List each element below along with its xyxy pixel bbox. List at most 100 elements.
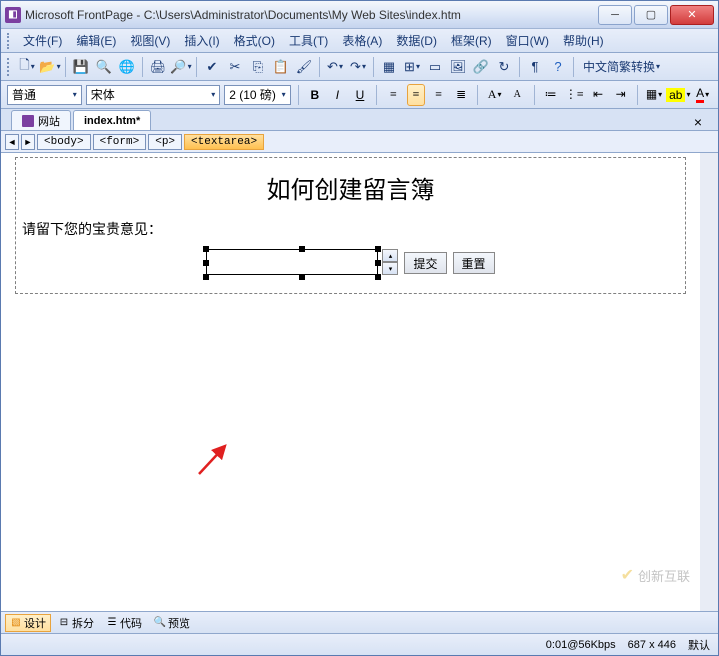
paste-button[interactable]: 📋 <box>270 56 292 78</box>
design-editor[interactable]: 如何创建留言簿 请留下您的宝贵意见： ▴▾ <box>1 153 718 611</box>
undo-button[interactable]: ↶ <box>324 56 346 78</box>
save-button[interactable]: 💾 <box>70 56 92 78</box>
menu-view[interactable]: 视图(V) <box>124 30 176 51</box>
window-title: Microsoft FrontPage - C:\Users\Administr… <box>25 8 598 22</box>
form-outline: 如何创建留言簿 请留下您的宝贵意见： ▴▾ <box>15 157 686 294</box>
form-label[interactable]: 请留下您的宝贵意见： <box>22 213 679 249</box>
indent-button[interactable]: ⇥ <box>611 84 630 106</box>
redo-button[interactable]: ↷ <box>347 56 369 78</box>
tag-body[interactable]: <body> <box>37 134 91 150</box>
ime-convert-button[interactable]: 中文简繁转换 <box>578 56 665 78</box>
page-heading[interactable]: 如何创建留言簿 <box>22 166 679 213</box>
align-justify-button[interactable]: ≣ <box>452 84 471 106</box>
style-combo[interactable]: 普通▾ <box>7 85 82 105</box>
underline-button[interactable]: U <box>351 84 370 106</box>
format-toolbar: 普通▾ 宋体▾ 2 (10 磅)▾ B I U ≡ ≡ ≡ ≣ A A ≔ ⋮≡… <box>1 81 718 109</box>
resize-handle[interactable] <box>299 246 305 252</box>
breadcrumb-prev[interactable]: ◄ <box>5 134 19 150</box>
textarea-field[interactable] <box>206 249 378 275</box>
show-all-button[interactable]: ¶ <box>524 56 546 78</box>
font-color-button[interactable]: A <box>693 84 712 106</box>
resize-handle[interactable] <box>203 274 209 280</box>
breadcrumb-next[interactable]: ► <box>21 134 35 150</box>
status-speed: 0:01@56Kbps <box>546 639 616 651</box>
menu-format[interactable]: 格式(O) <box>228 30 281 51</box>
toolbar-grip[interactable] <box>7 58 11 76</box>
watermark: ✔创新互联 <box>621 565 690 585</box>
copy-button[interactable]: ⎘ <box>247 56 269 78</box>
submit-button[interactable]: 提交 <box>404 252 446 274</box>
view-design[interactable]: ▧设计 <box>5 614 51 632</box>
resize-handle[interactable] <box>203 246 209 252</box>
tag-breadcrumb: ◄ ► <body> <form> <p> <textarea> <box>1 131 718 153</box>
menu-insert[interactable]: 插入(I) <box>178 30 225 51</box>
standard-toolbar: 🗋 📂 💾 🔍 🌐 🖨 🔎 ✔ ✂ ⎘ 📋 🖌 ↶ ↷ ▦ ⊞ ▭ 🖼 🔗 ↻ … <box>1 53 718 81</box>
outdent-button[interactable]: ⇤ <box>589 84 608 106</box>
bullet-list-button[interactable]: ⋮≡ <box>564 84 585 106</box>
view-split[interactable]: ⊟拆分 <box>53 614 99 632</box>
border-button[interactable]: ▦ <box>645 84 664 106</box>
annotation-arrow-icon <box>195 438 235 478</box>
tag-form[interactable]: <form> <box>93 134 147 150</box>
bold-button[interactable]: B <box>306 84 325 106</box>
font-shrink-button[interactable]: A <box>508 84 527 106</box>
web-component-button[interactable]: ▦ <box>378 56 400 78</box>
menu-window[interactable]: 窗口(W) <box>500 30 555 51</box>
textarea-scrollbar[interactable]: ▴▾ <box>382 249 398 275</box>
help-button[interactable]: ? <box>547 56 569 78</box>
menu-edit[interactable]: 编辑(E) <box>70 30 122 51</box>
insert-table-button[interactable]: ⊞ <box>401 56 423 78</box>
resize-handle[interactable] <box>375 246 381 252</box>
tag-textarea[interactable]: <textarea> <box>184 134 264 150</box>
tag-p[interactable]: <p> <box>148 134 182 150</box>
highlight-button[interactable]: ab <box>667 84 689 106</box>
insert-layer-button[interactable]: ▭ <box>424 56 446 78</box>
toolbar-grip[interactable] <box>7 33 11 49</box>
resize-handle[interactable] <box>299 274 305 280</box>
view-preview[interactable]: 🔍预览 <box>149 614 195 632</box>
tab-website[interactable]: 网站 <box>11 110 71 130</box>
refresh-button[interactable]: ↻ <box>493 56 515 78</box>
print-button[interactable]: 🖨 <box>147 56 169 78</box>
align-right-button[interactable]: ≡ <box>429 84 448 106</box>
reset-button[interactable]: 重置 <box>453 252 495 274</box>
minimize-button[interactable]: ─ <box>598 5 632 25</box>
resize-handle[interactable] <box>375 274 381 280</box>
open-button[interactable]: 📂 <box>39 56 61 78</box>
textarea-selection[interactable]: ▴▾ <box>206 249 398 277</box>
format-painter-button[interactable]: 🖌 <box>293 56 315 78</box>
menu-table[interactable]: 表格(A) <box>336 30 388 51</box>
view-code[interactable]: ☰代码 <box>101 614 147 632</box>
menu-help[interactable]: 帮助(H) <box>557 30 610 51</box>
cut-button[interactable]: ✂ <box>224 56 246 78</box>
menu-data[interactable]: 数据(D) <box>390 30 443 51</box>
search-button[interactable]: 🔍 <box>93 56 115 78</box>
insert-picture-button[interactable]: 🖼 <box>447 56 469 78</box>
size-combo[interactable]: 2 (10 磅)▾ <box>224 85 290 105</box>
close-button[interactable]: ✕ <box>670 5 714 25</box>
menu-file[interactable]: 文件(F) <box>17 30 68 51</box>
menu-frames[interactable]: 框架(R) <box>445 30 498 51</box>
resize-handle[interactable] <box>203 260 209 266</box>
new-button[interactable]: 🗋 <box>16 56 38 78</box>
hyperlink-button[interactable]: 🔗 <box>470 56 492 78</box>
tab-close-button[interactable]: × <box>688 114 708 130</box>
view-bar: ▧设计 ⊟拆分 ☰代码 🔍预览 <box>1 611 718 633</box>
font-combo[interactable]: 宋体▾ <box>86 85 221 105</box>
menu-bar: 文件(F) 编辑(E) 视图(V) 插入(I) 格式(O) 工具(T) 表格(A… <box>1 29 718 53</box>
spellcheck-button[interactable]: ✔ <box>201 56 223 78</box>
align-left-button[interactable]: ≡ <box>384 84 403 106</box>
align-center-button[interactable]: ≡ <box>407 84 426 106</box>
status-size: 687 x 446 <box>628 639 676 651</box>
resize-handle[interactable] <box>375 260 381 266</box>
preview-browser-button[interactable]: 🔎 <box>170 56 192 78</box>
tab-index[interactable]: index.htm* <box>73 110 151 130</box>
publish-button[interactable]: 🌐 <box>116 56 138 78</box>
font-grow-button[interactable]: A <box>485 84 504 106</box>
numbered-list-button[interactable]: ≔ <box>541 84 560 106</box>
app-icon: ◧ <box>5 7 21 23</box>
maximize-button[interactable]: ▢ <box>634 5 668 25</box>
document-tabs: 网站 index.htm* × <box>1 109 718 131</box>
italic-button[interactable]: I <box>328 84 347 106</box>
menu-tools[interactable]: 工具(T) <box>283 30 334 51</box>
